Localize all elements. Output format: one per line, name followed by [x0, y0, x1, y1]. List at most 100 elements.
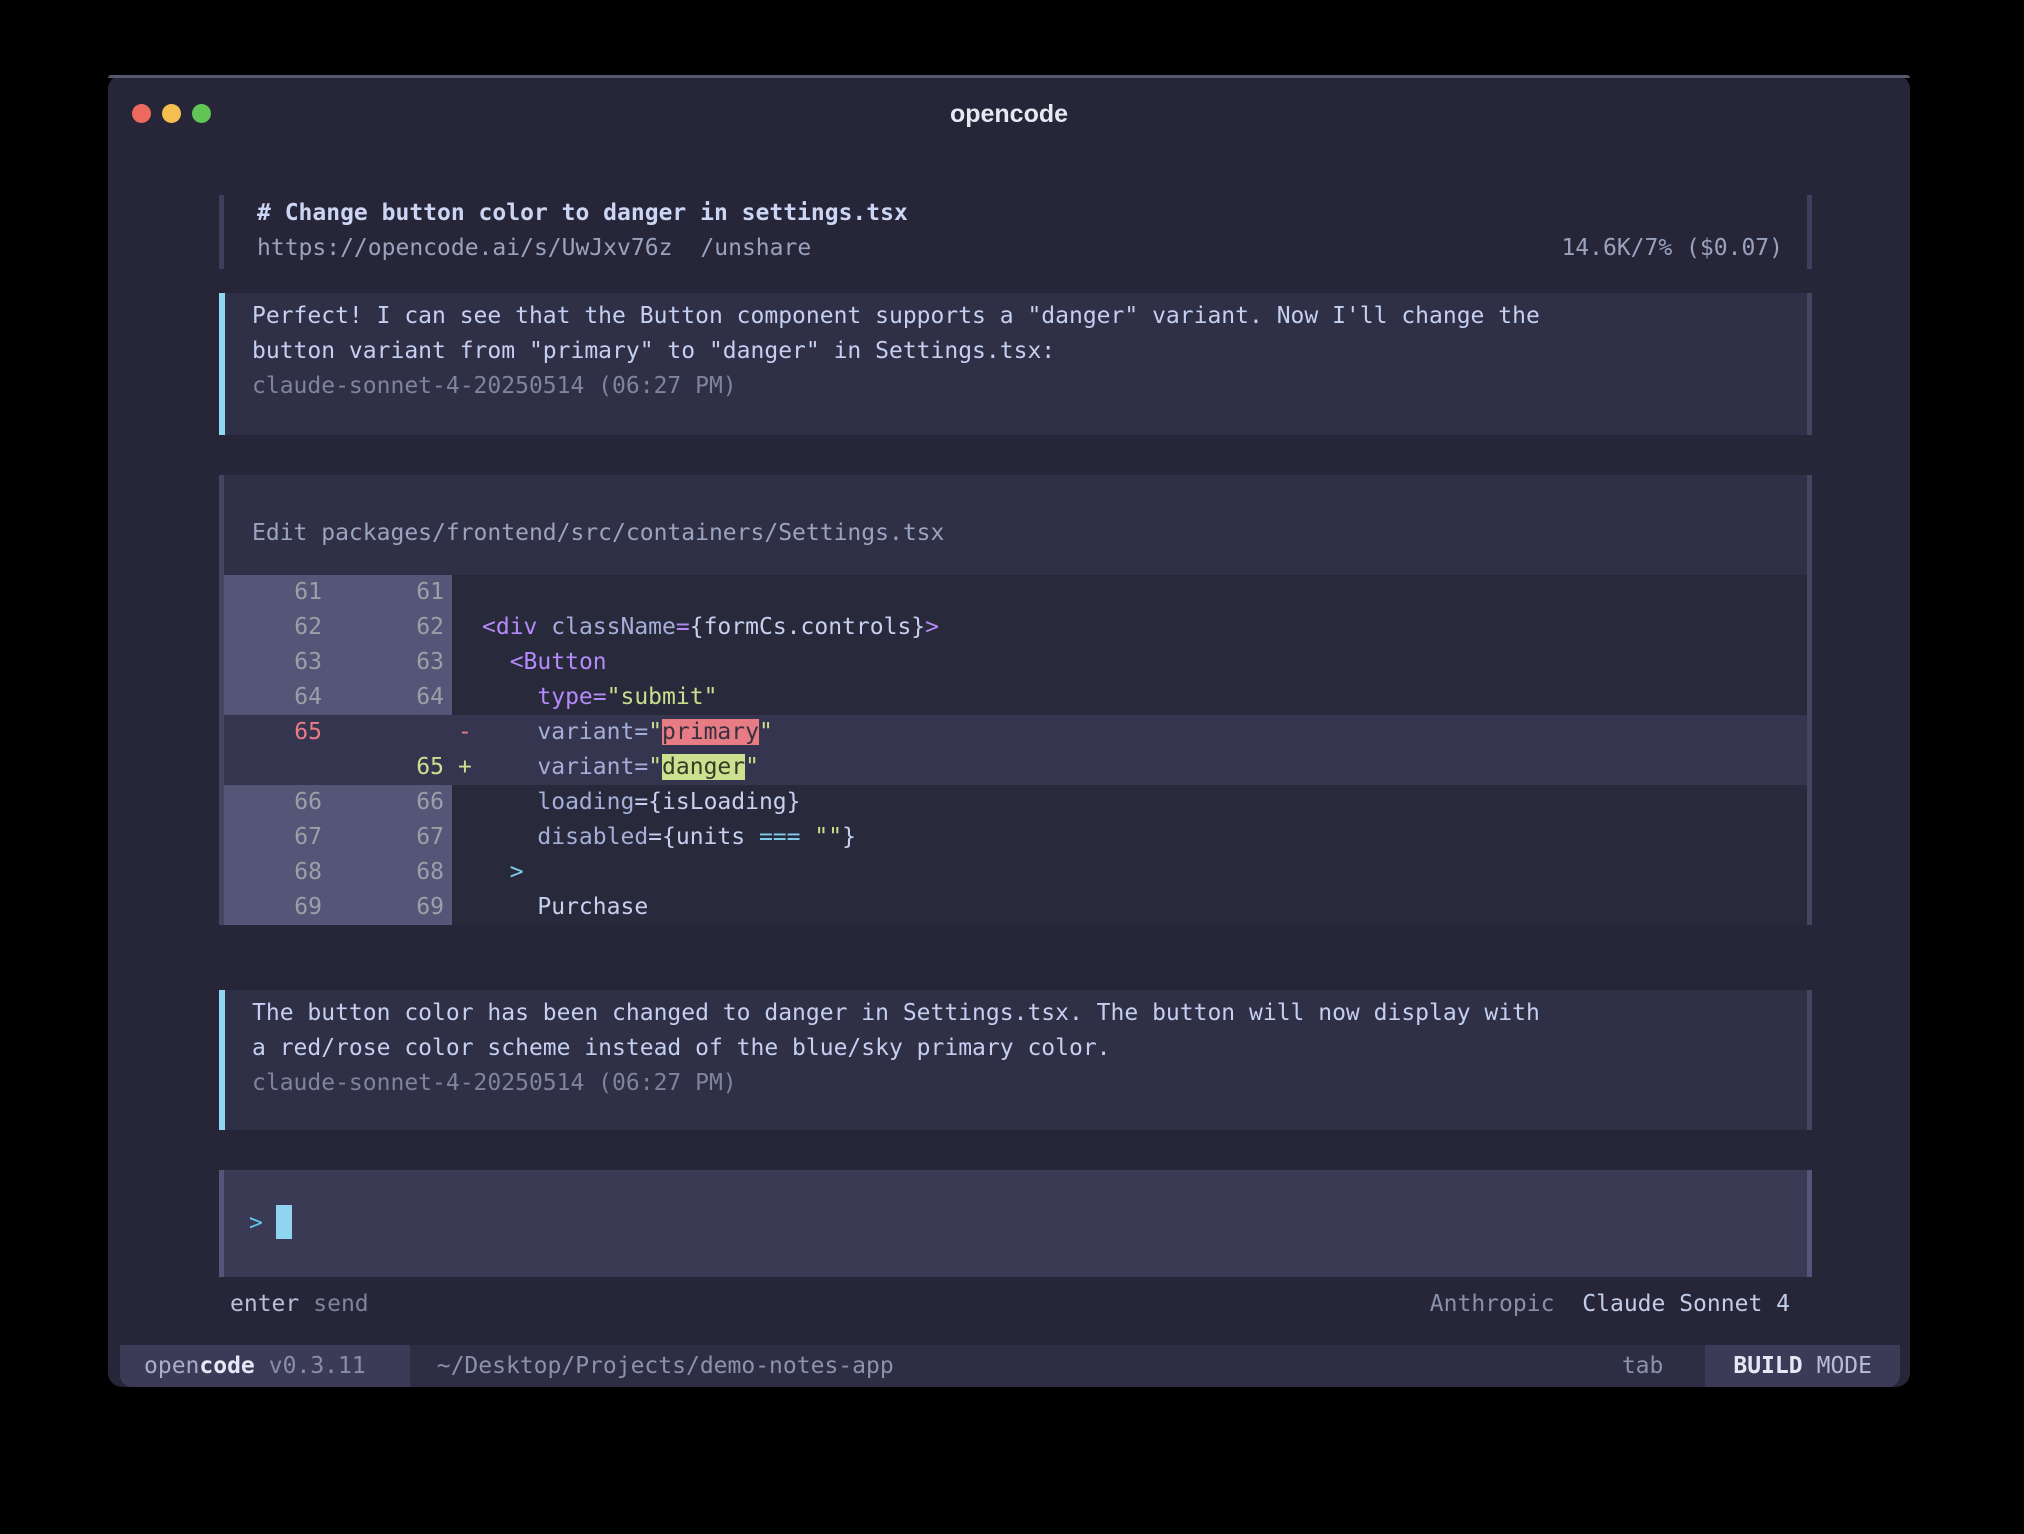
diff-row: 6969 Purchase [224, 890, 1807, 925]
line-number-gutter: 6363 [224, 645, 452, 680]
share-url[interactable]: https://opencode.ai/s/UwJxv76z [257, 231, 672, 266]
diff-row: 6868 > [224, 855, 1807, 890]
code-token [482, 719, 537, 745]
old-line-number: 69 [224, 890, 322, 925]
old-line-number: 61 [224, 575, 322, 610]
diff-row: 6262 <div className={formCs.controls}> [224, 610, 1807, 645]
code-token: variant [537, 754, 634, 780]
old-line-number: 62 [224, 610, 322, 645]
edit-tool-block: Edit packages/frontend/src/containers/Se… [219, 475, 1812, 925]
enter-key-hint: enter [230, 1287, 299, 1322]
code-token [801, 824, 815, 850]
code-token: type [537, 684, 592, 710]
mode-suffix: MODE [1817, 1353, 1872, 1379]
code-token [482, 894, 537, 920]
assistant-message: The button color has been changed to dan… [219, 990, 1812, 1130]
message-text: The button color has been changed to dan… [252, 996, 1807, 1066]
diff-view: 6161 6262 <div className={formCs.control… [224, 575, 1807, 925]
code-token: "" [814, 824, 842, 850]
code-token [482, 789, 537, 815]
working-directory: ~/Desktop/Projects/demo-notes-app [437, 1353, 894, 1379]
code-token [537, 614, 551, 640]
prompt-input[interactable]: > [219, 1170, 1812, 1277]
code-token: ={isLoading} [634, 789, 800, 815]
code-token: Purchase [537, 894, 648, 920]
old-line-number: 66 [224, 785, 322, 820]
code-token: variant [537, 719, 634, 745]
line-number-gutter: 6666 [224, 785, 452, 820]
diff-row: 6666 loading={isLoading} [224, 785, 1807, 820]
code-token: {formCs.controls} [690, 614, 925, 640]
diff-row: 6363 <Button [224, 645, 1807, 680]
context-marker [452, 890, 482, 925]
edit-file-path: Edit packages/frontend/src/containers/Se… [224, 475, 1807, 575]
session-title: # Change button color to danger in setti… [257, 196, 1807, 231]
mode-name: BUILD [1733, 1353, 1802, 1379]
old-line-number: 65 [224, 715, 322, 750]
mode-chip[interactable]: BUILD MODE [1705, 1345, 1900, 1387]
diff-row: 6464 type="submit" [224, 680, 1807, 715]
line-number-gutter: 65 [224, 715, 452, 750]
code-token [482, 649, 510, 675]
message-model-meta: claude-sonnet-4-20250514 (06:27 PM) [252, 1066, 1807, 1101]
new-line-number: 67 [322, 820, 444, 855]
old-line-number: 68 [224, 855, 322, 890]
assistant-message: Perfect! I can see that the Button compo… [219, 293, 1812, 435]
line-number-gutter: 6161 [224, 575, 452, 610]
line-number-gutter: 65 [224, 750, 452, 785]
new-line-number: 61 [322, 575, 444, 610]
code-token: === [759, 824, 801, 850]
code-token: = [676, 614, 690, 640]
token-usage: 14.6K/7% ($0.07) [1561, 231, 1807, 266]
code-token: className [551, 614, 676, 640]
titlebar[interactable]: opencode [108, 75, 1910, 133]
line-number-gutter: 6969 [224, 890, 452, 925]
code-token [482, 754, 537, 780]
context-marker [452, 610, 482, 645]
line-number-gutter: 6868 [224, 855, 452, 890]
code-token: <div [482, 614, 537, 640]
new-line-number: 65 [322, 750, 444, 785]
code-token: = [634, 719, 648, 745]
code-token: <Button [510, 649, 607, 675]
code-token: primary [662, 719, 759, 745]
added-marker: + [452, 750, 482, 785]
opencode-window: opencode # Change button color to danger… [108, 75, 1910, 1387]
new-line-number: 68 [322, 855, 444, 890]
code-token: ={units [648, 824, 759, 850]
code-token: disabled [537, 824, 648, 850]
model-label[interactable]: Claude Sonnet 4 [1582, 1291, 1790, 1317]
app-name-open: open [144, 1353, 199, 1379]
send-action-hint: send [313, 1287, 368, 1322]
new-line-number: 63 [322, 645, 444, 680]
context-marker [452, 575, 482, 610]
diff-row: 65+ variant="danger" [224, 750, 1807, 785]
prompt-chevron: > [249, 1210, 263, 1236]
tab-key-hint: tab [1622, 1353, 1664, 1379]
code-token: loading [537, 789, 634, 815]
old-line-number: 67 [224, 820, 322, 855]
removed-marker: - [452, 715, 482, 750]
diff-row: 65- variant="primary" [224, 715, 1807, 750]
context-marker [452, 680, 482, 715]
unshare-command[interactable]: /unshare [700, 231, 811, 266]
line-number-gutter: 6464 [224, 680, 452, 715]
context-marker [452, 785, 482, 820]
line-number-gutter: 6767 [224, 820, 452, 855]
code-token: danger [662, 754, 745, 780]
code-token: " [745, 754, 759, 780]
new-line-number: 62 [322, 610, 444, 645]
text-cursor [276, 1205, 292, 1239]
new-line-number: 69 [322, 890, 444, 925]
code-token [482, 859, 510, 885]
message-text: Perfect! I can see that the Button compo… [252, 299, 1807, 369]
code-token: = [593, 684, 607, 710]
new-line-number: 64 [322, 680, 444, 715]
code-token [482, 824, 537, 850]
code-token: } [842, 824, 856, 850]
context-marker [452, 855, 482, 890]
message-model-meta: claude-sonnet-4-20250514 (06:27 PM) [252, 369, 1807, 404]
old-line-number: 63 [224, 645, 322, 680]
provider-label: Anthropic [1430, 1291, 1555, 1317]
diff-row: 6161 [224, 575, 1807, 610]
